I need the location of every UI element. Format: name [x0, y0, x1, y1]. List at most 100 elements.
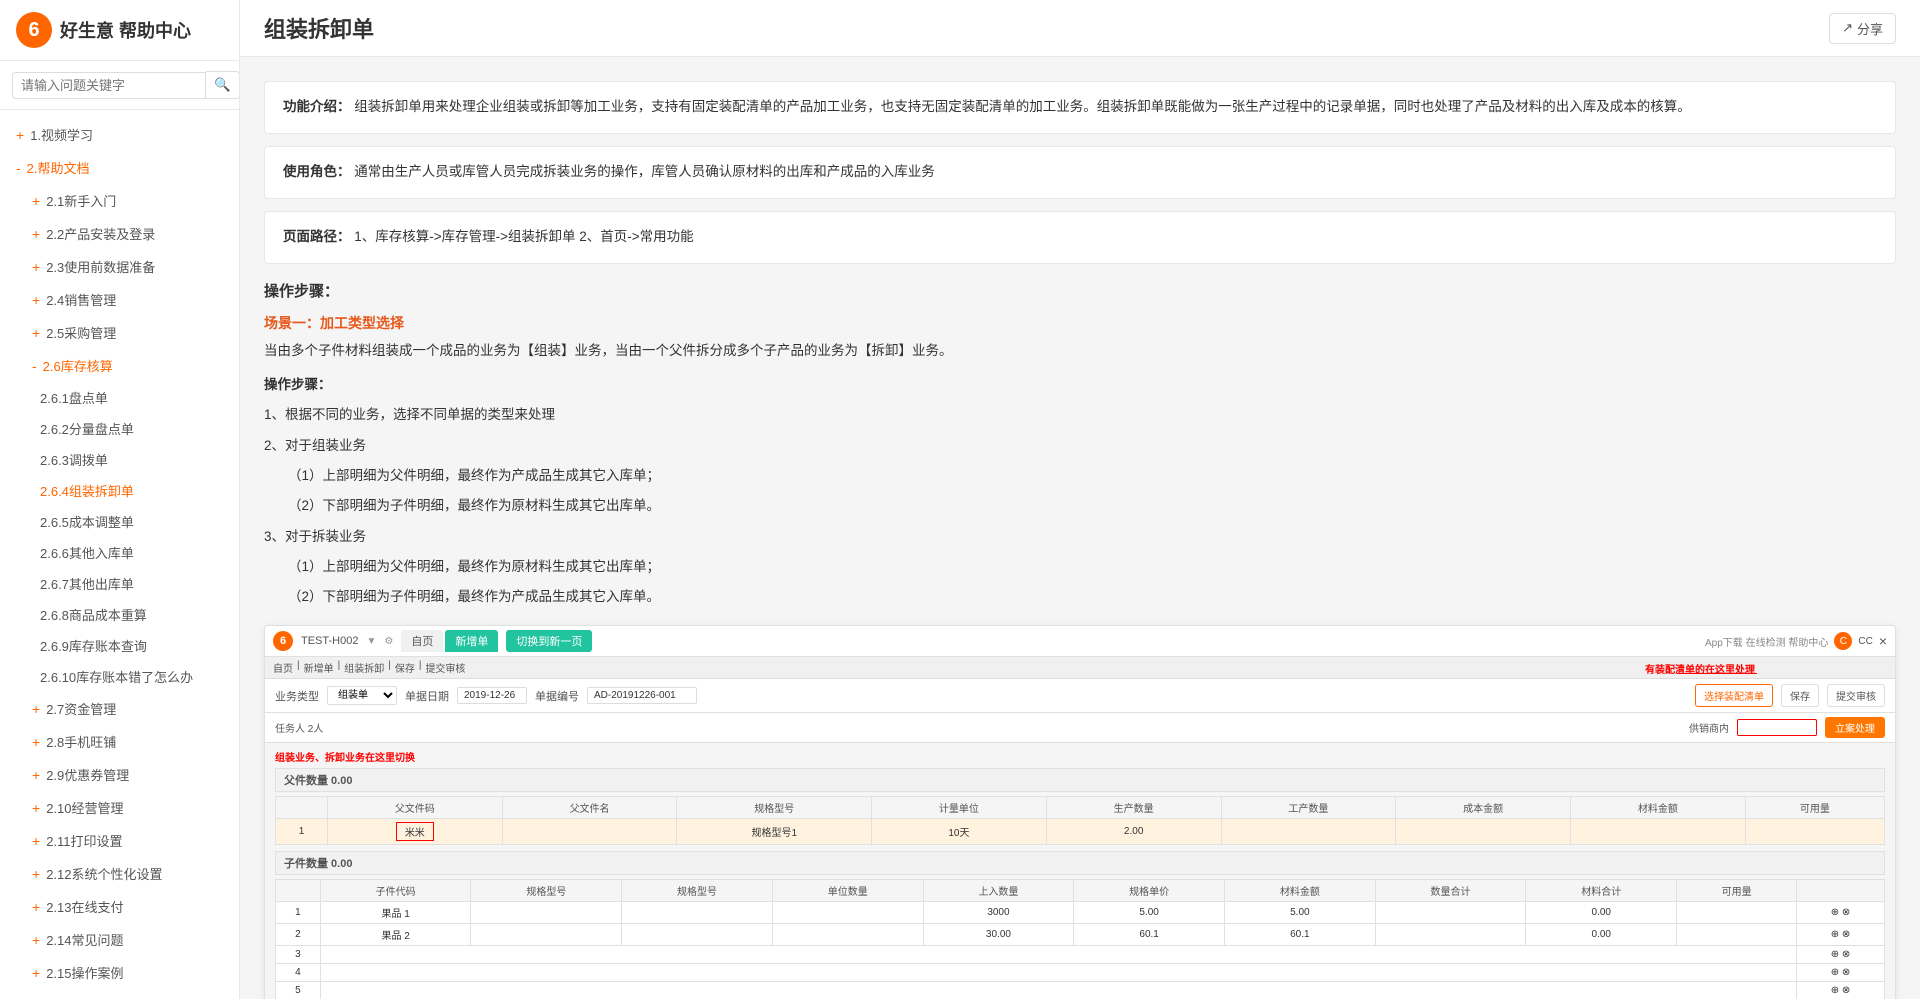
ss-td — [622, 902, 773, 924]
ss-tab-new[interactable]: 新增单 — [445, 630, 498, 652]
search-button[interactable]: 🔍 — [206, 71, 240, 99]
sidebar-item-2-6-9[interactable]: 2.6.9库存账本查询 — [0, 630, 239, 661]
ss-td: 0.00 — [1526, 924, 1677, 946]
sidebar-item-2-9[interactable]: + 2.9优惠券管理 — [0, 758, 239, 791]
ss-table-row: 5 ⊕ ⊗ — [276, 982, 1885, 999]
ss-td: ⊕ ⊗ — [1797, 946, 1885, 964]
step2-1: （1）上部明细为父件明细，最终作为产成品生成其它入库单； — [288, 464, 1896, 488]
ss-th: 计量单位 — [872, 797, 1047, 819]
ss-type-label: 业务类型 — [275, 688, 319, 704]
page-title: 组装拆卸单 — [264, 12, 374, 44]
ss-body: 组装业务、拆卸业务在这里切换 父件数量 0.00 父文件码 父文件名 规格型号 — [265, 743, 1895, 999]
ops-label: 操作步骤： — [264, 280, 1896, 301]
expand-icon: + — [32, 800, 40, 816]
sidebar-item-2-6-6[interactable]: 2.6.6其他入库单 — [0, 537, 239, 568]
ss-apply-btn[interactable]: 立案处理 — [1825, 717, 1885, 738]
sidebar-item-2-14[interactable]: + 2.14常见问题 — [0, 923, 239, 956]
ss-nav-item2[interactable]: 新增单 — [304, 660, 334, 675]
sidebar-item-2-3[interactable]: + 2.3使用前数据准备 — [0, 250, 239, 283]
path-label: 页面路径： — [283, 229, 351, 244]
ss-th: 子件代码 — [320, 880, 471, 902]
ss-td — [1396, 819, 1571, 845]
ss-nav-separator4: | — [419, 660, 422, 675]
sidebar-item-2-13[interactable]: + 2.13在线支付 — [0, 890, 239, 923]
ss-td: ⊕ ⊗ — [1797, 982, 1885, 999]
ss-th: 规格单价 — [1074, 880, 1225, 902]
intro-block: 功能介绍： 组装拆卸单用来处理企业组装或拆卸等加工业务，支持有固定装配清单的产品… — [264, 81, 1896, 134]
expand-icon: + — [32, 259, 40, 275]
ss-search-field[interactable] — [1737, 719, 1817, 736]
screenshot: 6 TEST-H002 ▼ ⚙ 自页 新增单 切换到新一页 App下载 在线检测… — [264, 625, 1896, 999]
sidebar-item-2-12[interactable]: + 2.12系统个性化设置 — [0, 857, 239, 890]
collapse-icon: - — [32, 358, 37, 374]
role-text: 通常由生产人员或库管人员完成拆装业务的操作，库管人员确认原材料的出库和产成品的入… — [354, 164, 935, 179]
sidebar-item-2-11[interactable]: + 2.11打印设置 — [0, 824, 239, 857]
share-label: 分享 — [1857, 19, 1883, 38]
ss-td: 1 — [276, 819, 328, 845]
sidebar-item-2-4[interactable]: + 2.4销售管理 — [0, 283, 239, 316]
ss-titlebar-left: 6 TEST-H002 ▼ ⚙ 自页 新增单 切换到新一页 — [273, 630, 592, 652]
ss-nav-item[interactable]: 自页 — [273, 660, 293, 675]
sidebar-item-docs[interactable]: - 2.帮助文档 — [0, 151, 239, 184]
sidebar-item-2-6-8[interactable]: 2.6.8商品成本重算 — [0, 599, 239, 630]
ss-toolbar: 业务类型 组装单 拆卸单 单据日期 2019-12-26 单据编号 AD-201… — [265, 679, 1895, 713]
ss-td — [1677, 902, 1797, 924]
sidebar-item-label: 2.6库存核算 — [43, 356, 113, 375]
sidebar-item-2-1[interactable]: + 2.1新手入门 — [0, 184, 239, 217]
ss-search-label: 供销商内 — [1689, 720, 1729, 735]
sidebar-item-2-6-3[interactable]: 2.6.3调拨单 — [0, 444, 239, 475]
ss-nav-item5[interactable]: 提交审核 — [425, 660, 465, 675]
ss-switch-btn[interactable]: 切换到新一页 — [506, 630, 592, 652]
sidebar-item-2-6-1[interactable]: 2.6.1盘点单 — [0, 382, 239, 413]
expand-icon: + — [32, 932, 40, 948]
ss-th: 材料金额 — [1225, 880, 1376, 902]
ss-count-label: 任务人 2人 — [275, 720, 323, 735]
path-block: 页面路径： 1、库存核算->库存管理->组装拆卸单 2、首页->常用功能 — [264, 211, 1896, 264]
sidebar-item-2-6-10[interactable]: 2.6.10库存账本错了怎么办 — [0, 661, 239, 692]
ss-td-code: 米米 — [327, 819, 502, 845]
sidebar-item-2-15[interactable]: + 2.15操作案例 — [0, 956, 239, 989]
sidebar-item-2-7[interactable]: + 2.7资金管理 — [0, 692, 239, 725]
ss-order-value: AD-20191226-001 — [587, 687, 697, 704]
sidebar-item-label: 2.13在线支付 — [46, 897, 123, 916]
ss-td: 10天 — [872, 819, 1047, 845]
ss-th: 规格型号 — [622, 880, 773, 902]
sidebar-item-label: 2.7资金管理 — [46, 699, 116, 718]
ss-choose-btn[interactable]: 选择装配清单 — [1695, 684, 1773, 707]
sidebar-item-2-5[interactable]: + 2.5采购管理 — [0, 316, 239, 349]
ss-type-select[interactable]: 组装单 拆卸单 — [327, 686, 397, 705]
sidebar-item-2-10[interactable]: + 2.10经营管理 — [0, 791, 239, 824]
sidebar-item-2-8[interactable]: + 2.8手机旺铺 — [0, 725, 239, 758]
sidebar-item-label: 2.12系统个性化设置 — [46, 864, 162, 883]
ss-nav-item4[interactable]: 保存 — [395, 660, 415, 675]
ss-th: 父文件码 — [327, 797, 502, 819]
ss-close-icon[interactable]: × — [1879, 633, 1887, 649]
ss-td — [1375, 902, 1526, 924]
ss-th: 生产数量 — [1046, 797, 1221, 819]
sidebar-item-videos[interactable]: + 1.视频学习 — [0, 118, 239, 151]
sidebar-item-2-2[interactable]: + 2.2产品安装及登录 — [0, 217, 239, 250]
sidebar-item-label: 2.11打印设置 — [46, 831, 122, 850]
ss-td: 2 — [276, 924, 321, 946]
sidebar-item-label: 2.15操作案例 — [46, 963, 123, 982]
search-input[interactable] — [12, 72, 206, 99]
ss-submit-btn[interactable]: 提交审核 — [1827, 684, 1885, 707]
expand-icon: + — [32, 226, 40, 242]
sidebar-item-2-6-7[interactable]: 2.6.7其他出库单 — [0, 568, 239, 599]
path-text: 1、库存核算->库存管理->组装拆卸单 2、首页->常用功能 — [354, 229, 693, 244]
ss-th: 工产数量 — [1221, 797, 1396, 819]
ss-tab-home[interactable]: 自页 — [401, 630, 443, 652]
step1: 1、根据不同的业务，选择不同单据的类型来处理 — [264, 403, 1896, 427]
ss-td-name: 果品 1 — [320, 902, 471, 924]
sidebar-item-2-6-5[interactable]: 2.6.5成本调整单 — [0, 506, 239, 537]
sidebar-item-2-6-2[interactable]: 2.6.2分量盘点单 — [0, 413, 239, 444]
sidebar-item-2-6-4[interactable]: 2.6.4组装拆卸单 — [0, 475, 239, 506]
ss-th — [276, 880, 321, 902]
ss-save-btn[interactable]: 保存 — [1781, 684, 1819, 707]
expand-icon: + — [32, 734, 40, 750]
ss-nav-item3[interactable]: 组装拆卸 — [344, 660, 384, 675]
sidebar-item-2-6[interactable]: - 2.6库存核算 — [0, 349, 239, 382]
share-button[interactable]: ↗ 分享 — [1829, 13, 1896, 44]
ss-toolbar2: 任务人 2人 供销商内 立案处理 启用处理 — [265, 713, 1895, 743]
sidebar: 6 好生意 帮助中心 🔍 + 1.视频学习 - 2.帮助文档 + 2.1新手入门… — [0, 0, 240, 999]
